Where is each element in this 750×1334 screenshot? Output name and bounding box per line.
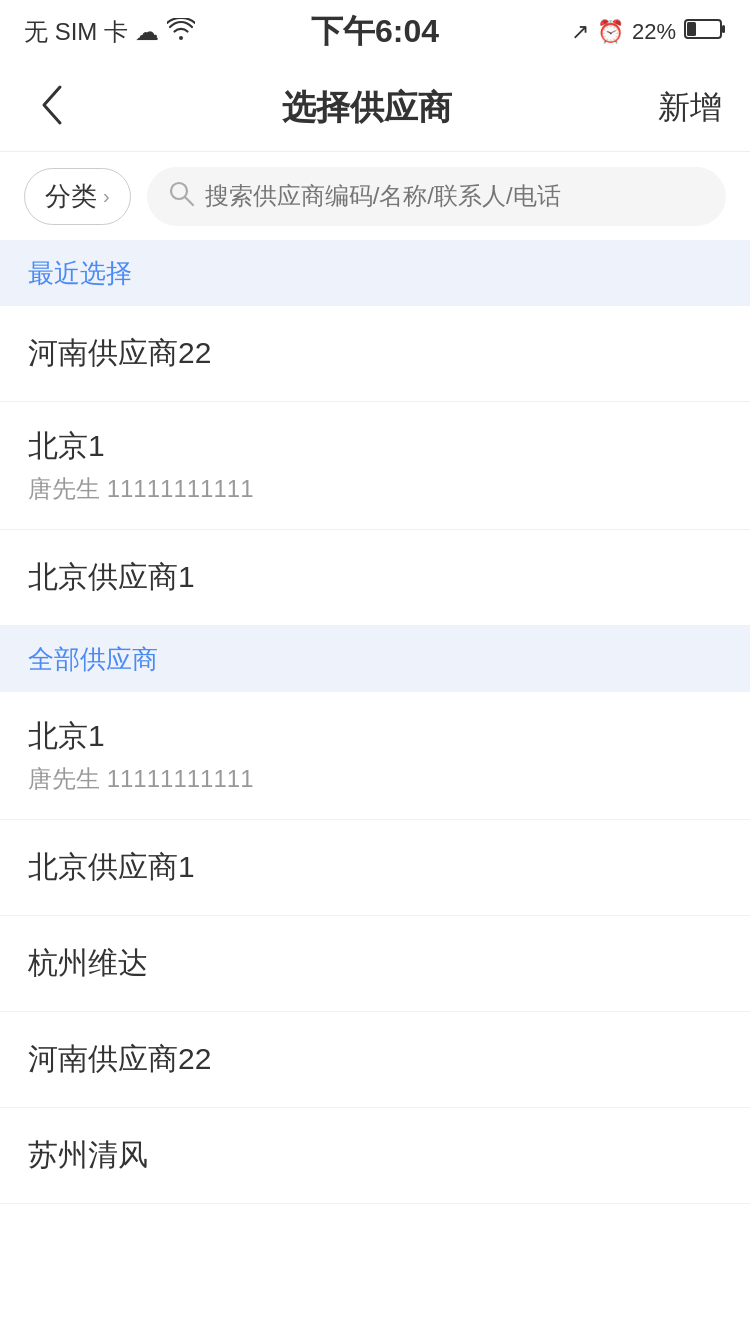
svg-rect-1	[687, 22, 696, 36]
all-list-item[interactable]: 苏州清风	[0, 1108, 750, 1204]
recent-list: 河南供应商22 北京1 唐先生 11111111111 北京供应商1	[0, 306, 750, 626]
item-name: 河南供应商22	[28, 333, 722, 374]
all-list-item[interactable]: 杭州维达	[0, 916, 750, 1012]
item-name: 北京供应商1	[28, 847, 722, 888]
status-right: ↗ ⏰ 22%	[571, 18, 726, 46]
item-sub: 唐先生 11111111111	[28, 473, 722, 505]
item-name: 北京1	[28, 716, 722, 757]
svg-rect-2	[722, 25, 725, 33]
all-list: 北京1 唐先生 11111111111 北京供应商1 杭州维达河南供应商22 苏州清风	[0, 692, 750, 1204]
item-name: 杭州维达	[28, 943, 722, 984]
category-label: 分类	[45, 179, 97, 214]
alarm-icon: ⏰	[597, 19, 624, 45]
category-button[interactable]: 分类 ›	[24, 168, 131, 225]
battery-icon	[684, 18, 726, 46]
item-name: 河南供应商22	[28, 1039, 722, 1080]
status-bar: 无 SIM 卡 ☁ 下午6:04 ↗ ⏰ 22%	[0, 0, 750, 64]
item-name: 苏州清风	[28, 1135, 722, 1176]
recent-list-item[interactable]: 北京供应商1	[0, 530, 750, 626]
recent-list-item[interactable]: 河南供应商22	[0, 306, 750, 402]
status-time: 下午6:04	[311, 10, 439, 54]
recent-section-header: 最近选择	[0, 240, 750, 306]
recent-list-item[interactable]: 北京1 唐先生 11111111111	[0, 402, 750, 530]
add-button[interactable]: 新增	[658, 86, 722, 130]
status-left: 无 SIM 卡 ☁	[24, 16, 195, 48]
page-title: 选择供应商	[282, 85, 452, 131]
item-name: 北京1	[28, 426, 722, 467]
no-sim-label: 无 SIM 卡 ☁	[24, 16, 159, 48]
battery-label: 22%	[632, 19, 676, 45]
svg-point-3	[171, 183, 187, 199]
all-section-label: 全部供应商	[28, 642, 158, 677]
search-icon	[167, 179, 195, 214]
all-section-header: 全部供应商	[0, 626, 750, 692]
recent-section-label: 最近选择	[28, 256, 132, 291]
back-button[interactable]	[28, 71, 76, 145]
svg-line-4	[185, 197, 193, 205]
nav-bar: 选择供应商 新增	[0, 64, 750, 152]
search-box	[147, 167, 726, 226]
item-name: 北京供应商1	[28, 557, 722, 598]
all-list-item[interactable]: 河南供应商22	[0, 1012, 750, 1108]
all-list-item[interactable]: 北京1 唐先生 11111111111	[0, 692, 750, 820]
filter-bar: 分类 ›	[0, 152, 750, 240]
location-icon: ↗	[571, 19, 589, 45]
chevron-right-icon: ›	[103, 185, 110, 208]
wifi-icon	[167, 18, 195, 46]
item-sub: 唐先生 11111111111	[28, 763, 722, 795]
search-input[interactable]	[205, 182, 706, 210]
all-list-item[interactable]: 北京供应商1	[0, 820, 750, 916]
